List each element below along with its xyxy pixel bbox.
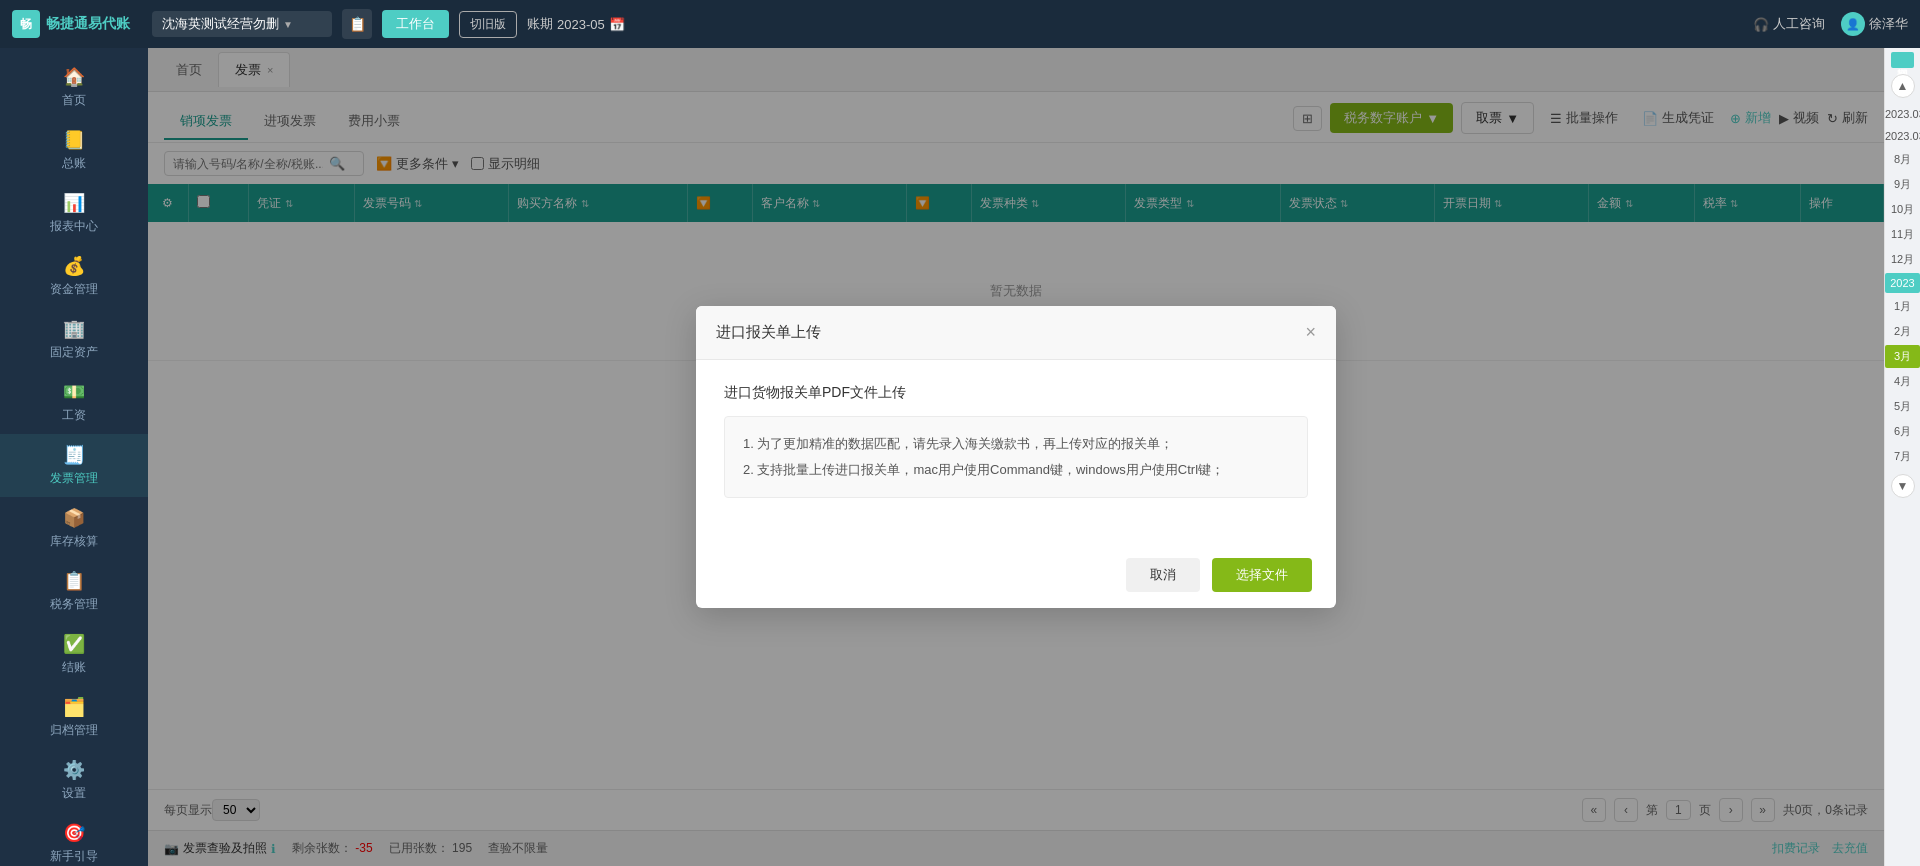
top-bar: 畅 畅捷通易代账 沈海英测试经营勿删 ▼ 📋 工作台 切旧版 账期 2023-0… bbox=[0, 0, 1920, 48]
sidebar-item-tax[interactable]: 📋 税务管理 bbox=[0, 560, 148, 623]
sidebar-item-salary[interactable]: 💵 工资 bbox=[0, 371, 148, 434]
modal-info-item-2: 2. 支持批量上传进口报关单，mac用户使用Command键，windows用户… bbox=[743, 457, 1289, 483]
modal-info-item-1: 1. 为了更加精准的数据匹配，请先录入海关缴款书，再上传对应的报关单； bbox=[743, 431, 1289, 457]
right-period-6[interactable]: 6月 bbox=[1885, 420, 1920, 443]
logo-icon: 畅 bbox=[12, 10, 40, 38]
company-selector[interactable]: 沈海英测试经营勿删 ▼ bbox=[152, 11, 332, 37]
assets-icon: 🏢 bbox=[63, 318, 85, 340]
salary-icon: 💵 bbox=[63, 381, 85, 403]
sidebar-item-guide[interactable]: 🎯 新手引导 bbox=[0, 812, 148, 866]
headset-icon: 🎧 bbox=[1753, 17, 1769, 32]
right-period-2[interactable]: 2月 bbox=[1885, 320, 1920, 343]
guide-icon: 🎯 bbox=[63, 822, 85, 844]
import-customs-modal: 进口报关单上传 × 进口货物报关单PDF文件上传 1. 为了更加精准的数据匹配，… bbox=[696, 306, 1336, 608]
sidebar-item-report[interactable]: 📊 报表中心 bbox=[0, 182, 148, 245]
archive-icon: 🗂️ bbox=[63, 696, 85, 718]
content-area: 首页 发票 × 销项发票 进项发票 费用小票 ⊞ bbox=[148, 48, 1884, 866]
right-period-10[interactable]: 10月 bbox=[1885, 198, 1920, 221]
sidebar-item-funds[interactable]: 💰 资金管理 bbox=[0, 245, 148, 308]
right-collapse-button[interactable]: ▼ bbox=[1891, 474, 1915, 498]
sidebar-item-assets[interactable]: 🏢 固定资产 bbox=[0, 308, 148, 371]
main-layout: 🏠 首页 📒 总账 📊 报表中心 💰 资金管理 🏢 固定资产 💵 工资 🧾 发票… bbox=[0, 48, 1920, 866]
modal-info-box: 1. 为了更加精准的数据匹配，请先录入海关缴款书，再上传对应的报关单； 2. 支… bbox=[724, 416, 1308, 498]
top-bar-right: 🎧 人工咨询 👤 徐泽华 bbox=[1753, 12, 1908, 36]
sidebar-item-home[interactable]: 🏠 首页 bbox=[0, 56, 148, 119]
sidebar-item-settle[interactable]: ✅ 结账 bbox=[0, 623, 148, 686]
user-info[interactable]: 👤 徐泽华 bbox=[1841, 12, 1908, 36]
switch-old-button[interactable]: 切旧版 bbox=[459, 11, 517, 38]
period-info: 账期 2023-05 📅 bbox=[527, 15, 625, 33]
modal-close-button[interactable]: × bbox=[1305, 322, 1316, 343]
right-period-2023-03-1[interactable]: 2023.03 bbox=[1885, 104, 1920, 124]
company-dropdown-arrow: ▼ bbox=[283, 19, 293, 30]
right-period-5[interactable]: 5月 bbox=[1885, 395, 1920, 418]
app-logo: 畅 畅捷通易代账 bbox=[12, 10, 142, 38]
ledger-icon: 📒 bbox=[63, 129, 85, 151]
right-period-tab[interactable]: 期间选择 bbox=[1891, 52, 1914, 68]
modal-body: 进口货物报关单PDF文件上传 1. 为了更加精准的数据匹配，请先录入海关缴款书，… bbox=[696, 360, 1336, 542]
inventory-icon: 📦 bbox=[63, 507, 85, 529]
settings-icon: ⚙️ bbox=[63, 759, 85, 781]
invoice-icon: 🧾 bbox=[63, 444, 85, 466]
avatar: 👤 bbox=[1841, 12, 1865, 36]
right-sidebar: 期间选择 ▲ 2023.03 2023.03 8月 9月 10月 11月 12月… bbox=[1884, 48, 1920, 866]
right-period-4[interactable]: 4月 bbox=[1885, 370, 1920, 393]
right-period-2023-03-2[interactable]: 2023.03 bbox=[1885, 126, 1920, 146]
right-period-3[interactable]: 3月 bbox=[1885, 345, 1920, 368]
sidebar-item-inventory[interactable]: 📦 库存核算 bbox=[0, 497, 148, 560]
right-period-7[interactable]: 7月 bbox=[1885, 445, 1920, 468]
tax-icon: 📋 bbox=[63, 570, 85, 592]
support-link[interactable]: 🎧 人工咨询 bbox=[1753, 15, 1825, 33]
right-period-12[interactable]: 12月 bbox=[1885, 248, 1920, 271]
calendar-icon[interactable]: 📅 bbox=[609, 17, 625, 32]
right-period-8[interactable]: 8月 bbox=[1885, 148, 1920, 171]
settle-icon: ✅ bbox=[63, 633, 85, 655]
right-period-11[interactable]: 11月 bbox=[1885, 223, 1920, 246]
right-period-1[interactable]: 1月 bbox=[1885, 295, 1920, 318]
home-icon: 🏠 bbox=[63, 66, 85, 88]
modal-overlay: 进口报关单上传 × 进口货物报关单PDF文件上传 1. 为了更加精准的数据匹配，… bbox=[148, 48, 1884, 866]
modal-cancel-button[interactable]: 取消 bbox=[1126, 558, 1200, 592]
sidebar-item-ledger[interactable]: 📒 总账 bbox=[0, 119, 148, 182]
modal-title: 进口报关单上传 bbox=[716, 323, 821, 342]
modal-section-title: 进口货物报关单PDF文件上传 bbox=[724, 384, 1308, 402]
company-icon-btn[interactable]: 📋 bbox=[342, 9, 372, 39]
right-period-2023[interactable]: 2023 bbox=[1885, 273, 1920, 293]
sidebar-item-archive[interactable]: 🗂️ 归档管理 bbox=[0, 686, 148, 749]
modal-footer: 取消 选择文件 bbox=[696, 542, 1336, 608]
report-icon: 📊 bbox=[63, 192, 85, 214]
sidebar: 🏠 首页 📒 总账 📊 报表中心 💰 资金管理 🏢 固定资产 💵 工资 🧾 发票… bbox=[0, 48, 148, 866]
right-period-9[interactable]: 9月 bbox=[1885, 173, 1920, 196]
modal-select-file-button[interactable]: 选择文件 bbox=[1212, 558, 1312, 592]
right-expand-button[interactable]: ▲ bbox=[1891, 74, 1915, 98]
sidebar-item-invoice[interactable]: 🧾 发票管理 bbox=[0, 434, 148, 497]
workspace-button[interactable]: 工作台 bbox=[382, 10, 449, 38]
modal-header: 进口报关单上传 × bbox=[696, 306, 1336, 360]
funds-icon: 💰 bbox=[63, 255, 85, 277]
sidebar-item-settings[interactable]: ⚙️ 设置 bbox=[0, 749, 148, 812]
